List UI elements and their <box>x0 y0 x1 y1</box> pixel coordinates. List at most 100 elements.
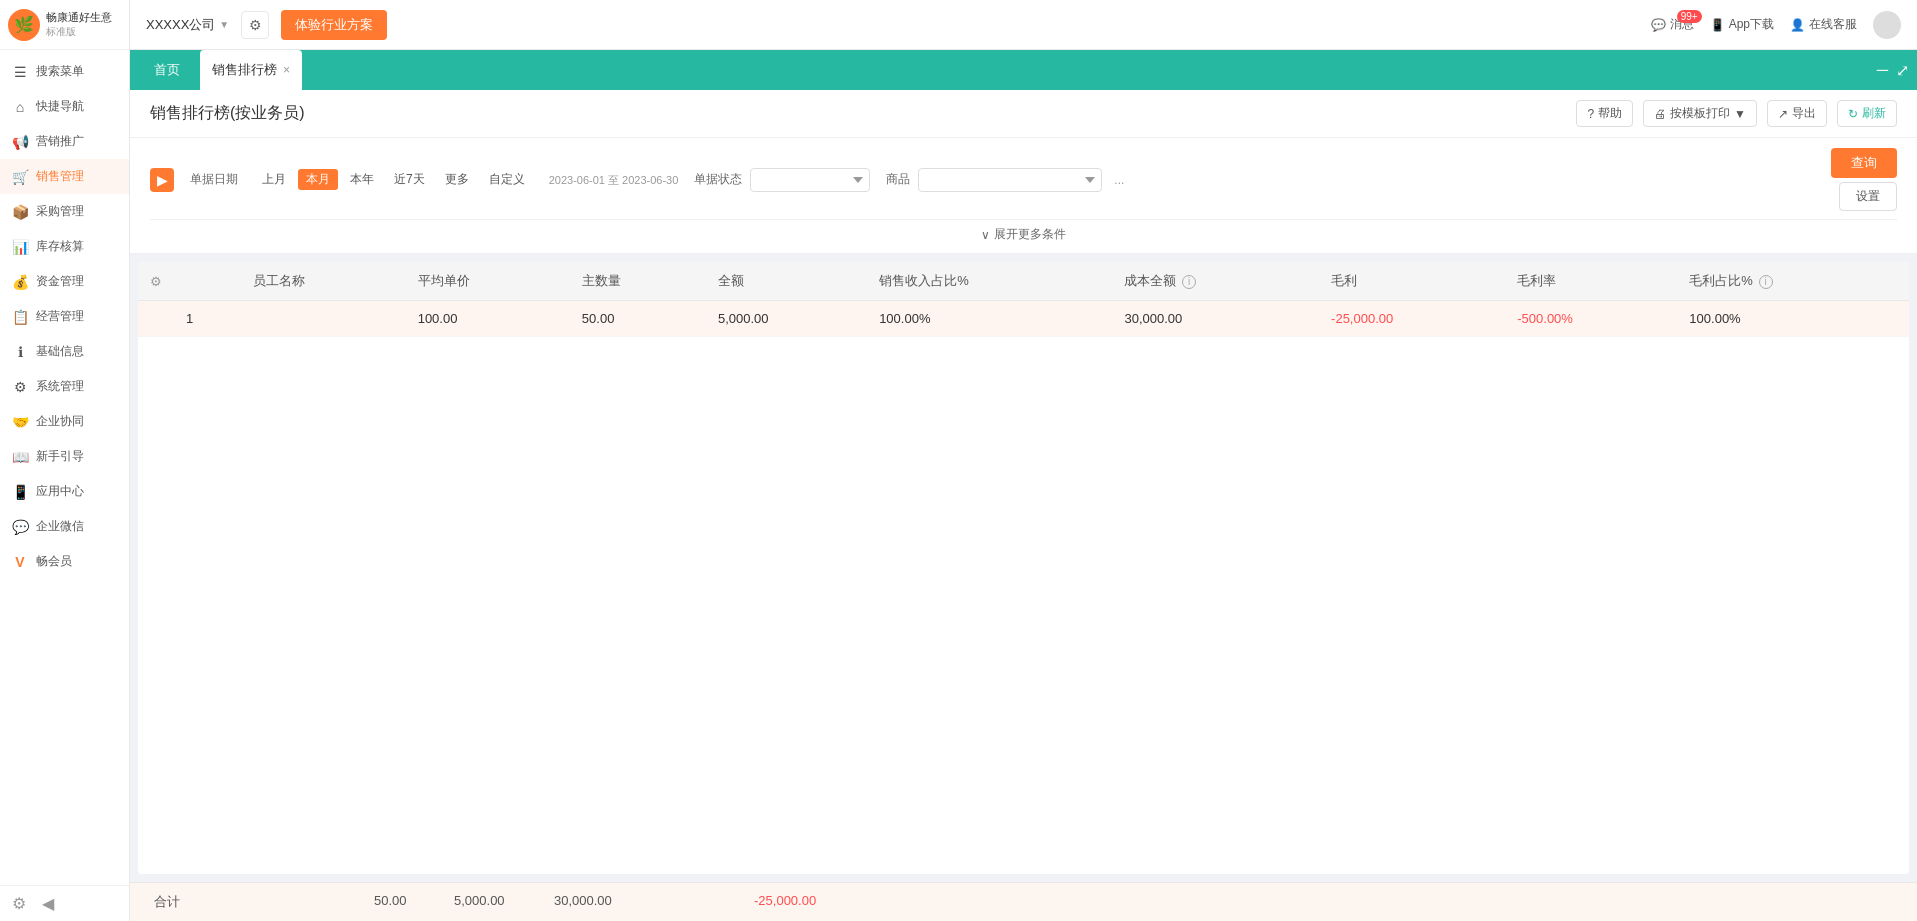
online-service-button[interactable]: 👤 在线客服 <box>1790 16 1857 33</box>
date-tabs: 上月 本月 本年 近7天 更多 自定义 <box>254 169 533 190</box>
topbar-right: 💬 消息 99+ 📱 App下载 👤 在线客服 <box>1651 11 1901 39</box>
th-rank <box>174 262 241 301</box>
expand-conditions-button[interactable]: ∨ 展开更多条件 <box>150 219 1897 243</box>
footer-gross: -25,000.00 <box>742 893 828 911</box>
goods-input[interactable] <box>918 168 1102 192</box>
tabbar-right: ─ ⤢ <box>1877 61 1909 80</box>
sidebar-bottom: ⚙ ◀ <box>0 885 129 921</box>
status-label: 单据状态 <box>694 171 742 188</box>
sidebar-item-label: 库存核算 <box>36 238 84 255</box>
sidebar-item-guide[interactable]: 📖 新手引导 <box>0 439 129 474</box>
sidebar-item-inventory[interactable]: 📊 库存核算 <box>0 229 129 264</box>
cost-info-icon[interactable]: i <box>1182 275 1196 289</box>
expand-arrow-icon: ∨ <box>981 228 990 242</box>
td-gross: -25,000.00 <box>1319 301 1505 337</box>
sidebar-item-collab[interactable]: 🤝 企业协同 <box>0 404 129 439</box>
ranking-table: ⚙ 员工名称 平均单价 主数量 全额 销售收入占比% 成本全额 i 毛利 毛利率… <box>138 262 1909 337</box>
th-settings[interactable]: ⚙ <box>138 262 174 301</box>
topbar-settings-button[interactable]: ⚙ <box>241 11 269 39</box>
trial-button[interactable]: 体验行业方案 <box>281 10 387 40</box>
header-actions: ? 帮助 🖨 按模板打印 ▼ ↗ 导出 ↻ 刷新 <box>1576 100 1897 127</box>
print-dropdown-icon: ▼ <box>1734 107 1746 121</box>
date-tab-last-month[interactable]: 上月 <box>254 169 294 190</box>
collab-icon: 🤝 <box>12 414 28 430</box>
status-select[interactable] <box>750 168 870 192</box>
td-gross-rate: -500.00% <box>1505 301 1677 337</box>
guide-icon: 📖 <box>12 449 28 465</box>
date-tab-more[interactable]: 更多 <box>437 169 477 190</box>
print-icon: 🖨 <box>1654 107 1666 121</box>
apps-icon: 📱 <box>12 484 28 500</box>
tab-close-icon[interactable]: × <box>283 63 290 77</box>
system-icon: ⚙ <box>12 379 28 395</box>
sales-icon: 🛒 <box>12 169 28 185</box>
company-name: XXXXX公司 <box>146 16 215 34</box>
filter-settings-button[interactable]: 设置 <box>1839 182 1897 211</box>
filter-row: ▶ 单据日期 上月 本月 本年 近7天 更多 自定义 2023-06-01 至 … <box>150 148 1897 211</box>
purchase-icon: 📦 <box>12 204 28 220</box>
query-button[interactable]: 查询 <box>1831 148 1897 178</box>
marketing-icon: 📢 <box>12 134 28 150</box>
sidebar-item-finance[interactable]: 💰 资金管理 <box>0 264 129 299</box>
sidebar-settings-icon[interactable]: ⚙ <box>12 894 26 913</box>
date-tab-7days[interactable]: 近7天 <box>386 169 433 190</box>
tab-home-label: 首页 <box>154 61 180 79</box>
filter-status-group: 单据状态 <box>694 168 870 192</box>
basic-info-icon: ℹ <box>12 344 28 360</box>
sidebar-item-wechat[interactable]: 💬 企业微信 <box>0 509 129 544</box>
tab-sales-ranking[interactable]: 销售排行榜 × <box>200 50 302 90</box>
td-qty: 50.00 <box>570 301 706 337</box>
table-footer: 合计 50.00 5,000.00 30,000.00 -25,000.00 <box>130 882 1917 921</box>
tab-home[interactable]: 首页 <box>138 50 196 90</box>
sidebar-item-quick-nav[interactable]: ⌂ 快捷导航 <box>0 89 129 124</box>
td-avg-price: 100.00 <box>406 301 570 337</box>
footer-cost: 30,000.00 <box>542 893 742 911</box>
th-avg-price: 平均单价 <box>406 262 570 301</box>
user-avatar[interactable] <box>1873 11 1901 39</box>
more-conditions-icon[interactable]: ... <box>1110 171 1128 189</box>
home-icon: ⌂ <box>12 99 28 115</box>
message-badge: 99+ <box>1677 10 1702 23</box>
gross-pct-info-icon[interactable]: i <box>1759 275 1773 289</box>
sidebar-item-vip[interactable]: V 畅会员 <box>0 544 129 579</box>
app-download-button[interactable]: 📱 App下载 <box>1710 16 1774 33</box>
sidebar-item-search[interactable]: ☰ 搜索菜单 <box>0 54 129 89</box>
th-cost: 成本全额 i <box>1112 262 1319 301</box>
sidebar-item-label: 新手引导 <box>36 448 84 465</box>
logo-sub: 标准版 <box>46 25 112 39</box>
sidebar-item-purchase[interactable]: 📦 采购管理 <box>0 194 129 229</box>
management-icon: 📋 <box>12 309 28 325</box>
message-button[interactable]: 💬 消息 99+ <box>1651 16 1694 33</box>
tab-minimize-icon[interactable]: ─ <box>1877 61 1888 80</box>
sidebar-item-marketing[interactable]: 📢 营销推广 <box>0 124 129 159</box>
sidebar-logo: 🌿 畅康通好生意 标准版 <box>0 0 129 50</box>
sidebar-item-management[interactable]: 📋 经营管理 <box>0 299 129 334</box>
sidebar-item-sales[interactable]: 🛒 销售管理 <box>0 159 129 194</box>
sidebar-collapse-icon[interactable]: ◀ <box>42 894 54 913</box>
footer-amount: 5,000.00 <box>442 893 542 911</box>
sidebar-item-label: 营销推广 <box>36 133 84 150</box>
content-area: 销售排行榜(按业务员) ? 帮助 🖨 按模板打印 ▼ ↗ 导出 ↻ 刷新 <box>130 90 1917 921</box>
sidebar-item-basic-info[interactable]: ℹ 基础信息 <box>0 334 129 369</box>
app-download-label: App下载 <box>1729 16 1774 33</box>
date-tab-custom[interactable]: 自定义 <box>481 169 533 190</box>
sidebar-item-label: 快捷导航 <box>36 98 84 115</box>
refresh-button[interactable]: ↻ 刷新 <box>1837 100 1897 127</box>
filter-toggle-icon[interactable]: ▶ <box>150 168 174 192</box>
th-name: 员工名称 <box>241 262 405 301</box>
page-title: 销售排行榜(按业务员) <box>150 103 305 124</box>
td-name <box>241 301 405 337</box>
tab-expand-icon[interactable]: ⤢ <box>1896 61 1909 80</box>
sidebar-item-label: 企业协同 <box>36 413 84 430</box>
refresh-icon: ↻ <box>1848 107 1858 121</box>
date-tab-this-year[interactable]: 本年 <box>342 169 382 190</box>
help-button[interactable]: ? 帮助 <box>1576 100 1633 127</box>
footer-label: 合计 <box>142 893 362 911</box>
print-button[interactable]: 🖨 按模板打印 ▼ <box>1643 100 1757 127</box>
sidebar-item-system[interactable]: ⚙ 系统管理 <box>0 369 129 404</box>
date-tab-this-month[interactable]: 本月 <box>298 169 338 190</box>
company-select[interactable]: XXXXX公司 ▼ <box>146 16 229 34</box>
sidebar-item-apps[interactable]: 📱 应用中心 <box>0 474 129 509</box>
export-button[interactable]: ↗ 导出 <box>1767 100 1827 127</box>
logo-icon: 🌿 <box>8 9 40 41</box>
